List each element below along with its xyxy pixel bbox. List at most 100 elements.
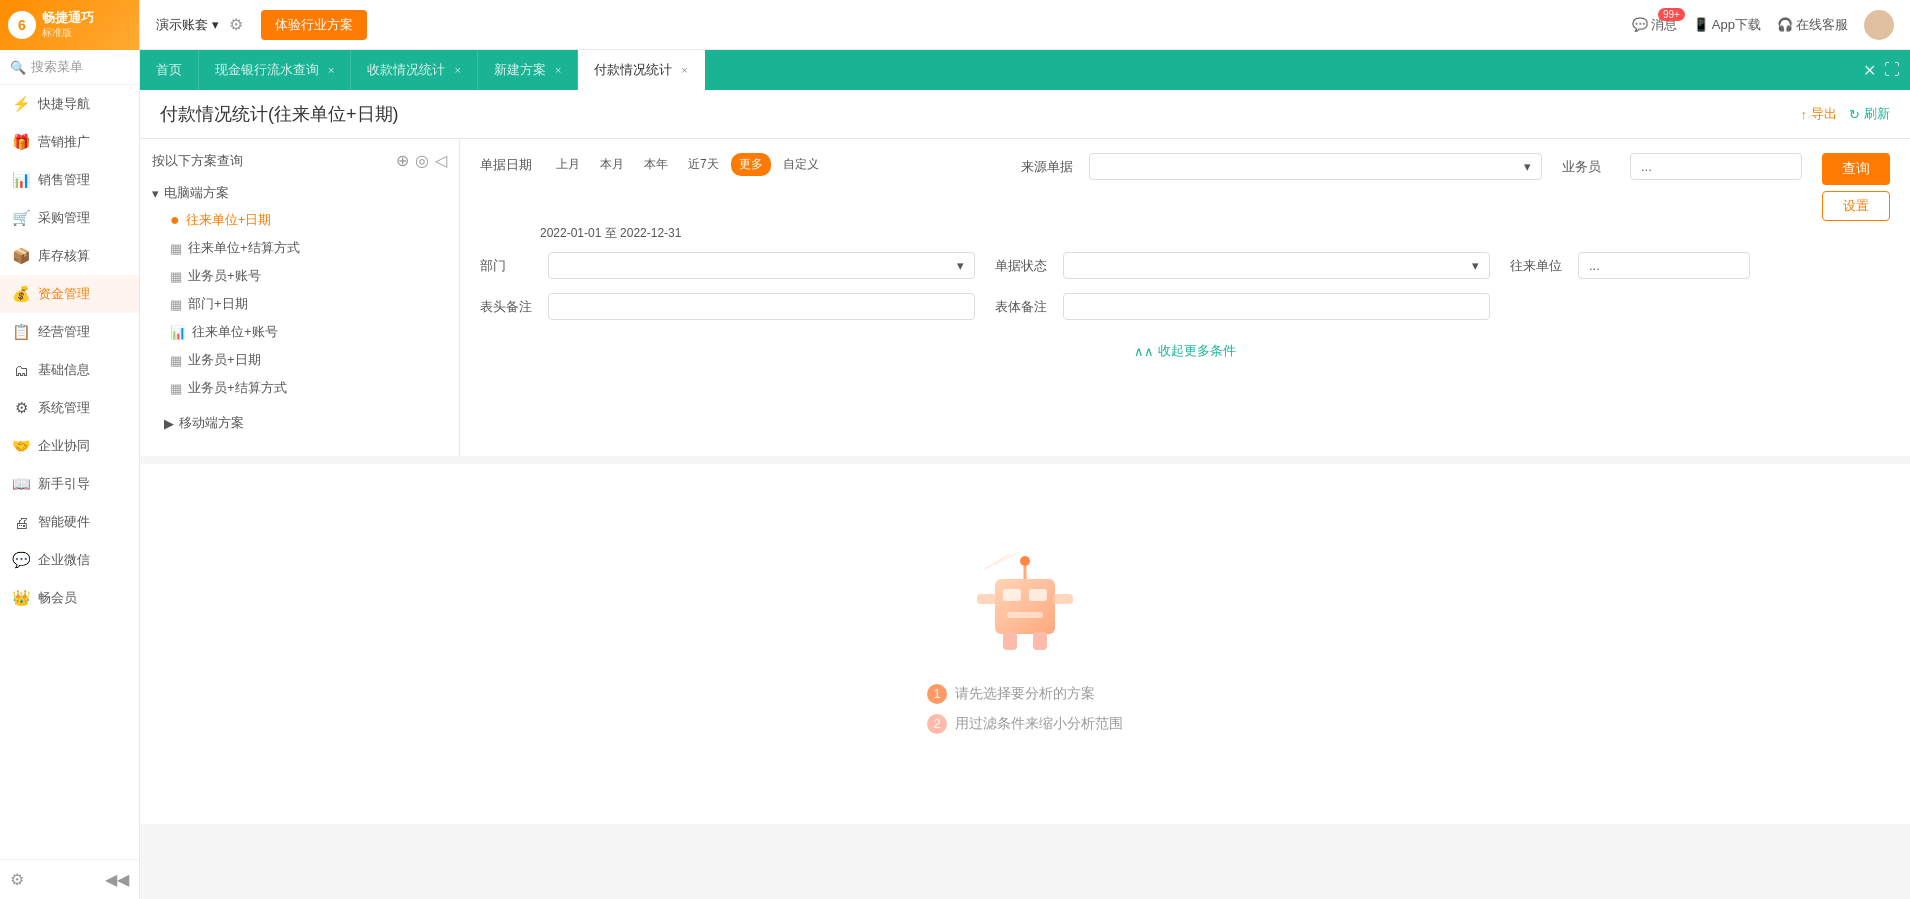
sidebar-item-basic-info[interactable]: 🗂基础信息 xyxy=(0,351,139,389)
scheme-settings-icon[interactable]: ◎ xyxy=(415,151,429,170)
sidebar-item-guide[interactable]: 📖新手引导 xyxy=(0,465,139,503)
tabbar-actions: ✕ ⛶ xyxy=(1863,50,1910,90)
sidebar-item-sales[interactable]: 📊销售管理 xyxy=(0,161,139,199)
settings-icon[interactable]: ⚙ xyxy=(10,870,24,889)
refresh-icon: ↻ xyxy=(1849,107,1860,122)
tab-label-receipt-stats: 收款情况统计 xyxy=(367,61,445,79)
doc-status-select[interactable]: ▾ xyxy=(1063,252,1490,279)
tab-payment-stats[interactable]: 付款情况统计× xyxy=(578,50,704,90)
scheme-table-icon: ▦ xyxy=(170,241,182,256)
scheme-item-unit-account[interactable]: 📊往来单位+账号 xyxy=(164,318,447,346)
empty-state: 1 请先选择要分析的方案 2 用过滤条件来缩小分析范围 xyxy=(140,464,1910,824)
scheme-list-desktop: ●往来单位+日期▦往来单位+结算方式▦业务员+账号▦部门+日期📊往来单位+账号▦… xyxy=(152,206,447,402)
sidebar-item-management[interactable]: 📋经营管理 xyxy=(0,313,139,351)
date-tab-近7天[interactable]: 近7天 xyxy=(680,153,727,176)
app-download-button[interactable]: 📱 App下载 xyxy=(1693,16,1761,34)
page-title: 付款情况统计(往来单位+日期) xyxy=(160,102,399,126)
date-control: 上月本月本年近7天更多自定义 xyxy=(548,153,1001,176)
collapse-sidebar-icon[interactable]: ◀◀ xyxy=(105,870,129,889)
tab-label-new-scheme: 新建方案 xyxy=(494,61,546,79)
sidebar-item-smart-hw[interactable]: 🖨智能硬件 xyxy=(0,503,139,541)
date-tab-上月[interactable]: 上月 xyxy=(548,153,588,176)
sidebar-item-capital[interactable]: 💰资金管理 xyxy=(0,275,139,313)
date-tab-本年[interactable]: 本年 xyxy=(636,153,676,176)
scheme-label-unit-account: 往来单位+账号 xyxy=(192,323,278,341)
scheme-item-unit-settle[interactable]: ▦往来单位+结算方式 xyxy=(164,234,447,262)
sidebar-item-inventory[interactable]: 📦库存核算 xyxy=(0,237,139,275)
nav-label-inventory: 库存核算 xyxy=(38,247,90,265)
tip-text-1: 请先选择要分析的方案 xyxy=(955,685,1095,703)
message-button[interactable]: 💬 消息 99+ xyxy=(1632,16,1677,34)
tab-new-scheme[interactable]: 新建方案 × xyxy=(478,50,578,90)
doc-status-field: 单据状态 ▾ xyxy=(995,252,1490,279)
tab-close-receipt-stats[interactable]: × xyxy=(454,64,460,76)
svg-rect-7 xyxy=(1033,632,1047,650)
sidebar-item-enterprise[interactable]: 🤝企业协同 xyxy=(0,427,139,465)
close-all-tabs-icon[interactable]: ✕ xyxy=(1863,61,1876,80)
body-note-label: 表体备注 xyxy=(995,298,1055,316)
collapse-conditions-button[interactable]: ∧∧ 收起更多条件 xyxy=(480,334,1890,368)
tab-close-bank-flow[interactable]: × xyxy=(328,64,334,76)
nav-label-system: 系统管理 xyxy=(38,399,90,417)
sidebar-item-member[interactable]: 👑畅会员 xyxy=(0,579,139,617)
date-range-text: 2022-01-01 至 2022-12-31 xyxy=(540,226,681,240)
scheme-item-staff-account[interactable]: ▦ 业务员+账号 xyxy=(164,262,447,290)
tip-num-2: 2 xyxy=(927,714,947,734)
query-btn-group: 查询 设置 xyxy=(1822,153,1890,221)
mobile-group-title[interactable]: ▶ 移动端方案 xyxy=(152,410,447,436)
partner-input[interactable]: ... xyxy=(1578,252,1750,279)
nav-icon-capital: 💰 xyxy=(12,285,30,303)
scheme-item-staff-settle[interactable]: ▦业务员+结算方式 xyxy=(164,374,447,402)
tab-home[interactable]: 首页 xyxy=(140,50,199,90)
scheme-table-icon: ▦ xyxy=(170,381,182,396)
sidebar-item-quick-nav[interactable]: ⚡快捷导航 xyxy=(0,85,139,123)
collapse-scheme-icon[interactable]: ◁ xyxy=(435,151,447,170)
svg-line-10 xyxy=(985,554,1010,569)
tab-close-new-scheme[interactable]: × xyxy=(555,64,561,76)
sidebar-item-system[interactable]: ⚙系统管理 xyxy=(0,389,139,427)
export-button[interactable]: ↑ 导出 xyxy=(1801,105,1838,123)
scheme-label-staff-account: 业务员+账号 xyxy=(188,267,261,285)
expand-tabs-icon[interactable]: ⛶ xyxy=(1884,61,1900,79)
body-note-input[interactable] xyxy=(1063,293,1490,320)
service-label: 在线客服 xyxy=(1796,16,1848,34)
salesperson-input[interactable]: ... xyxy=(1630,153,1802,180)
date-tab-更多[interactable]: 更多 xyxy=(731,153,771,176)
sidebar-item-purchase[interactable]: 🛒采购管理 xyxy=(0,199,139,237)
search-label: 搜索菜单 xyxy=(31,58,83,76)
refresh-button[interactable]: ↻ 刷新 xyxy=(1849,105,1890,123)
source-doc-select[interactable]: ▾ xyxy=(1089,153,1542,180)
nav-label-quick-nav: 快捷导航 xyxy=(38,95,90,113)
tab-label-home: 首页 xyxy=(156,61,182,79)
nav-label-sales: 销售管理 xyxy=(38,171,90,189)
user-avatar[interactable] xyxy=(1864,10,1894,40)
scheme-item-dept-date[interactable]: ▦部门+日期 xyxy=(164,290,447,318)
desktop-group-title[interactable]: ▾ 电脑端方案 xyxy=(152,180,447,206)
nav-icon-management: 📋 xyxy=(12,323,30,341)
topbar-settings-icon[interactable]: ⚙ xyxy=(229,15,243,34)
tab-close-payment-stats[interactable]: × xyxy=(681,64,687,76)
scheme-table-icon: ▦ xyxy=(170,269,182,284)
tab-bank-flow[interactable]: 现金银行流水查询× xyxy=(199,50,351,90)
tab-receipt-stats[interactable]: 收款情况统计 × xyxy=(351,50,477,90)
online-service-button[interactable]: 🎧 在线客服 xyxy=(1777,16,1848,34)
dept-dropdown-icon: ▾ xyxy=(957,258,964,273)
company-selector[interactable]: 演示账套 ▾ xyxy=(156,16,219,34)
topbar: 演示账套 ▾ ⚙ 体验行业方案 💬 消息 99+ 📱 App下载 🎧 在线客服 xyxy=(140,0,1910,50)
date-tab-本月[interactable]: 本月 xyxy=(592,153,632,176)
add-scheme-icon[interactable]: ⊕ xyxy=(396,151,409,170)
trial-industry-button[interactable]: 体验行业方案 xyxy=(261,10,367,40)
sidebar-item-wechat[interactable]: 💬企业微信 xyxy=(0,541,139,579)
date-tab-自定义[interactable]: 自定义 xyxy=(775,153,827,176)
sidebar-search[interactable]: 🔍 搜索菜单 xyxy=(0,50,139,85)
dept-select[interactable]: ▾ xyxy=(548,252,975,279)
header-note-input[interactable] xyxy=(548,293,975,320)
scheme-item-staff-date[interactable]: ▦业务员+日期 xyxy=(164,346,447,374)
empty-tips: 1 请先选择要分析的方案 2 用过滤条件来缩小分析范围 xyxy=(927,684,1123,744)
filter-settings-button[interactable]: 设置 xyxy=(1822,191,1890,221)
nav-label-purchase: 采购管理 xyxy=(38,209,90,227)
sidebar-item-marketing[interactable]: 🎁营销推广 xyxy=(0,123,139,161)
scheme-item-unit-date[interactable]: ●往来单位+日期 xyxy=(164,206,447,234)
query-button[interactable]: 查询 xyxy=(1822,153,1890,185)
nav-icon-marketing: 🎁 xyxy=(12,133,30,151)
